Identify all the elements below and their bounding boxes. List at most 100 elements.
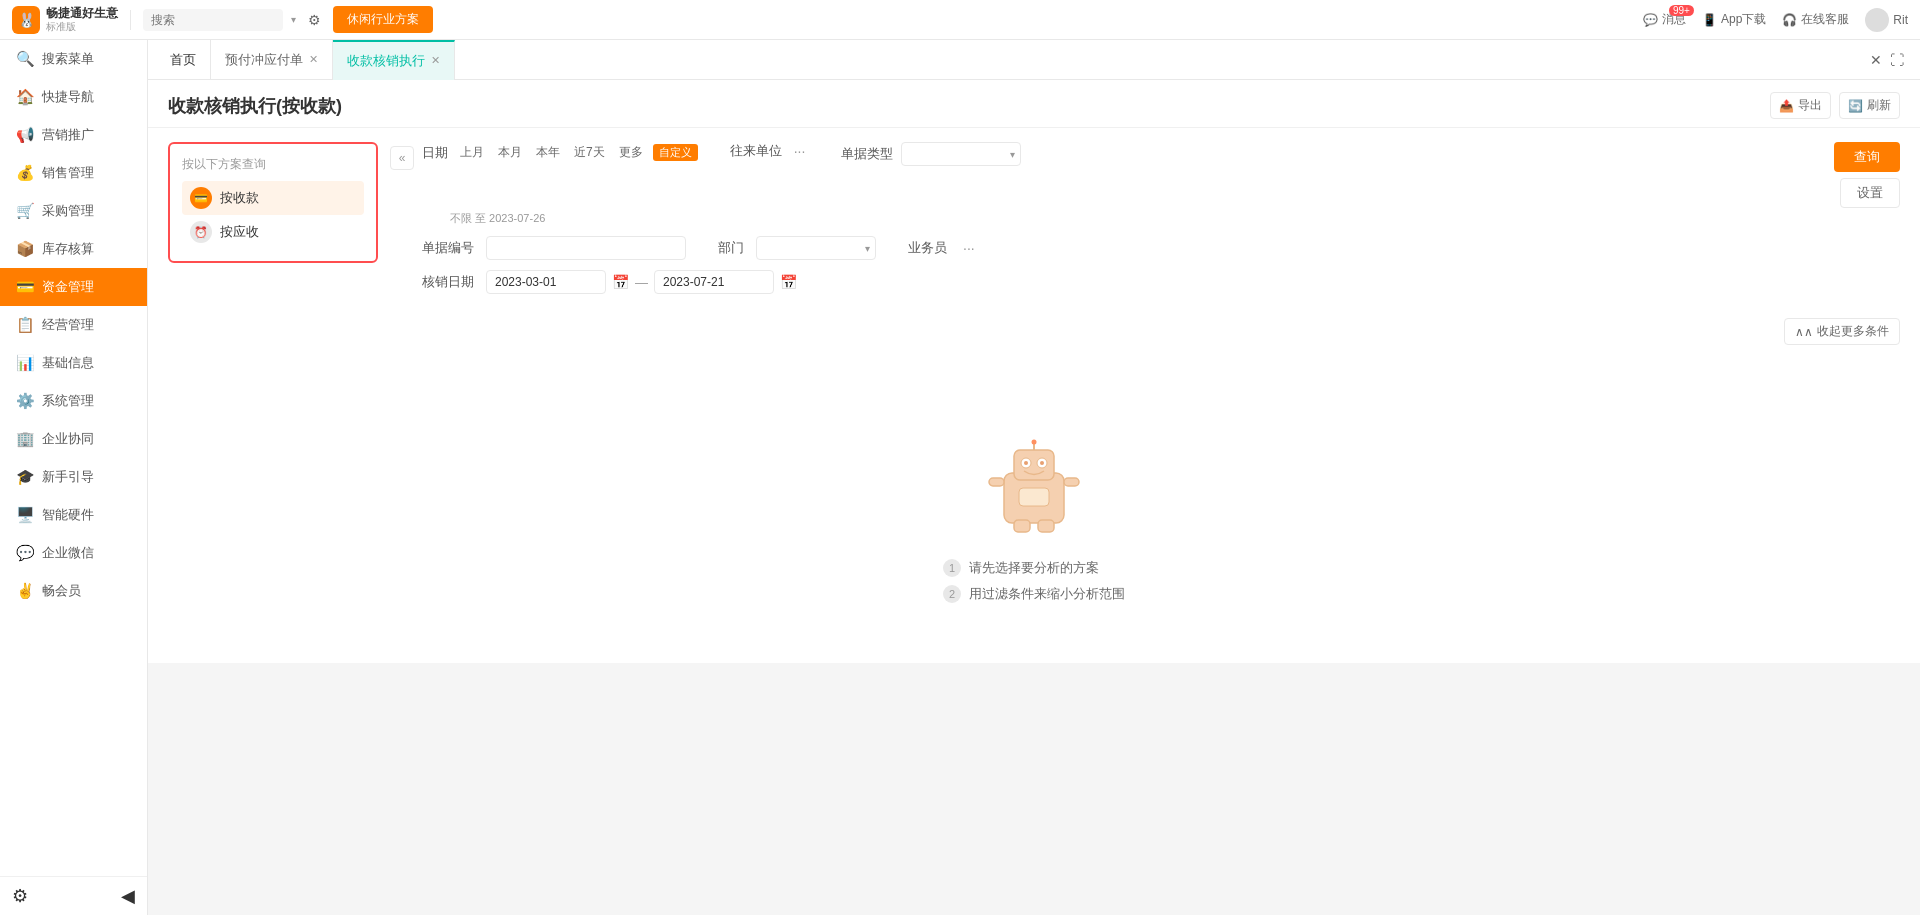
date-btn-last-month[interactable]: 上月 [456, 142, 488, 163]
search-icon: 🔍 [16, 50, 34, 68]
calendar-start-icon[interactable]: 📅 [612, 274, 629, 290]
message-badge: 99+ [1669, 5, 1694, 16]
tab-prepay[interactable]: 预付冲应付单 ✕ [211, 40, 333, 80]
sidebar-item-enterprise[interactable]: 🏢 企业协同 [0, 420, 147, 458]
calendar-end-icon[interactable]: 📅 [780, 274, 797, 290]
sidebar-item-purchase[interactable]: 🛒 采购管理 [0, 192, 147, 230]
home-icon: 🏠 [16, 88, 34, 106]
sidebar-item-finance[interactable]: 💳 资金管理 [0, 268, 147, 306]
chevron-up-icon: ∧∧ [1795, 325, 1813, 339]
dept-select[interactable] [756, 236, 876, 260]
verify-date-start-input[interactable] [486, 270, 606, 294]
solution-button[interactable]: 休闲行业方案 [333, 6, 433, 33]
topbar-search-input[interactable] [143, 9, 283, 31]
sidebar-item-quick-nav[interactable]: 🏠 快捷导航 [0, 78, 147, 116]
topbar: 🐰 畅捷通好生意 标准版 ▾ ⚙ 休闲行业方案 💬 消息 99+ 📱 App下载… [0, 0, 1920, 40]
tip-num-2: 2 [943, 585, 961, 603]
refresh-button[interactable]: 🔄 刷新 [1839, 92, 1900, 119]
user-area[interactable]: Rit [1865, 8, 1908, 32]
query-btn-area: 查询 设置 [1826, 142, 1900, 208]
sidebar-item-wechat[interactable]: 💬 企业微信 [0, 534, 147, 572]
settings-icon[interactable]: ⚙ [12, 885, 28, 907]
sidebar-item-basic[interactable]: 📊 基础信息 [0, 344, 147, 382]
enterprise-icon: 🏢 [16, 430, 34, 448]
sidebar-item-member[interactable]: ✌️ 畅会员 [0, 572, 147, 610]
page-header-actions: 📤 导出 🔄 刷新 [1770, 92, 1900, 119]
sidebar-item-label: 经营管理 [42, 316, 94, 334]
sidebar-item-newbie[interactable]: 🎓 新手引导 [0, 458, 147, 496]
date-btn-this-month[interactable]: 本月 [494, 142, 526, 163]
tab-close-icon[interactable]: ✕ [309, 53, 318, 66]
sidebar-item-label: 智能硬件 [42, 506, 94, 524]
sidebar: 🔍 搜索菜单 🏠 快捷导航 📢 营销推广 💰 销售管理 🛒 采购管理 📦 库存核… [0, 40, 148, 915]
content-area: 首页 预付冲应付单 ✕ 收款核销执行 ✕ ✕ ⛶ 收款核销执行(按收款) [148, 40, 1920, 915]
filter-right-panel: 日期 上月 本月 本年 近7天 更多 自定义 [422, 142, 1900, 300]
empty-tips: 1 请先选择要分析的方案 2 用过滤条件来缩小分析范围 [943, 559, 1125, 603]
refresh-icon: 🔄 [1848, 99, 1863, 113]
sidebar-item-hardware[interactable]: 🖥️ 智能硬件 [0, 496, 147, 534]
date-btn-more[interactable]: 更多 [615, 142, 647, 163]
svg-rect-1 [1014, 450, 1054, 480]
chevron-down-icon[interactable]: ▾ [291, 14, 296, 25]
bill-no-input[interactable] [486, 236, 686, 260]
date-btn-7days[interactable]: 近7天 [570, 142, 609, 163]
system-icon: ⚙️ [16, 392, 34, 410]
date-range-hint: 不限 至 2023-07-26 [450, 212, 545, 224]
sales-icon: 💰 [16, 164, 34, 182]
filter-option-by-receivable[interactable]: ⏰ 按应收 [182, 215, 364, 249]
sidebar-item-business[interactable]: 📋 经营管理 [0, 306, 147, 344]
setting-button[interactable]: 设置 [1840, 178, 1900, 208]
page-header: 收款核销执行(按收款) 📤 导出 🔄 刷新 [148, 80, 1920, 128]
tab-home[interactable]: 首页 [156, 40, 211, 80]
date-custom-badge[interactable]: 自定义 [653, 144, 698, 161]
tip-num-1: 1 [943, 559, 961, 577]
sidebar-item-inventory[interactable]: 📦 库存核算 [0, 230, 147, 268]
filter-section: 按以下方案查询 💳 按收款 ⏰ 按应收 « [148, 128, 1920, 314]
collapse-more-label: 收起更多条件 [1817, 323, 1889, 340]
verify-date-end-input[interactable] [654, 270, 774, 294]
partner-more-icon[interactable]: ··· [790, 143, 810, 159]
staff-more-icon[interactable]: ··· [959, 240, 979, 256]
sidebar-item-label: 营销推广 [42, 126, 94, 144]
tip-text-1: 请先选择要分析的方案 [969, 559, 1099, 577]
tab-bar: 首页 预付冲应付单 ✕ 收款核销执行 ✕ ✕ ⛶ [148, 40, 1920, 80]
collapse-filter-button[interactable]: « [390, 146, 414, 170]
refresh-label: 刷新 [1867, 97, 1891, 114]
sidebar-item-sales[interactable]: 💰 销售管理 [0, 154, 147, 192]
dept-select-wrap [756, 236, 876, 260]
query-button[interactable]: 查询 [1834, 142, 1900, 172]
wechat-icon: 💬 [16, 544, 34, 562]
export-button[interactable]: 📤 导出 [1770, 92, 1831, 119]
app-download-button[interactable]: 📱 App下载 [1702, 11, 1766, 28]
basic-icon: 📊 [16, 354, 34, 372]
tab-label: 首页 [170, 51, 196, 69]
expand-icon[interactable]: ⛶ [1890, 52, 1904, 68]
message-button[interactable]: 💬 消息 99+ [1643, 11, 1686, 28]
sidebar-item-search[interactable]: 🔍 搜索菜单 [0, 40, 147, 78]
newbie-icon: 🎓 [16, 468, 34, 486]
topbar-divider [130, 10, 131, 30]
avatar [1865, 8, 1889, 32]
online-service-button[interactable]: 🎧 在线客服 [1782, 11, 1849, 28]
page-inner: 收款核销执行(按收款) 📤 导出 🔄 刷新 [148, 80, 1920, 663]
inventory-icon: 📦 [16, 240, 34, 258]
tab-receipt-verify[interactable]: 收款核销执行 ✕ [333, 40, 455, 80]
date-label: 日期 [422, 144, 448, 162]
svg-rect-10 [1014, 520, 1030, 532]
date-btn-this-year[interactable]: 本年 [532, 142, 564, 163]
filter-option-by-receipt[interactable]: 💳 按收款 [182, 181, 364, 215]
bill-type-select[interactable] [901, 142, 1021, 166]
collapse-sidebar-icon[interactable]: ◀ [121, 885, 135, 907]
logo-icon: 🐰 [12, 6, 40, 34]
logo-text: 畅捷通好生意 [46, 6, 118, 20]
robot-svg [984, 438, 1084, 538]
tab-close-icon[interactable]: ✕ [431, 54, 440, 67]
close-tab-icon[interactable]: ✕ [1870, 52, 1882, 68]
sidebar-item-label: 系统管理 [42, 392, 94, 410]
gear-icon[interactable]: ⚙ [308, 12, 321, 28]
sidebar-item-system[interactable]: ⚙️ 系统管理 [0, 382, 147, 420]
tab-label: 收款核销执行 [347, 52, 425, 70]
collapse-more-button[interactable]: ∧∧ 收起更多条件 [1784, 318, 1900, 345]
sidebar-item-marketing[interactable]: 📢 营销推广 [0, 116, 147, 154]
sidebar-item-label: 快捷导航 [42, 88, 94, 106]
